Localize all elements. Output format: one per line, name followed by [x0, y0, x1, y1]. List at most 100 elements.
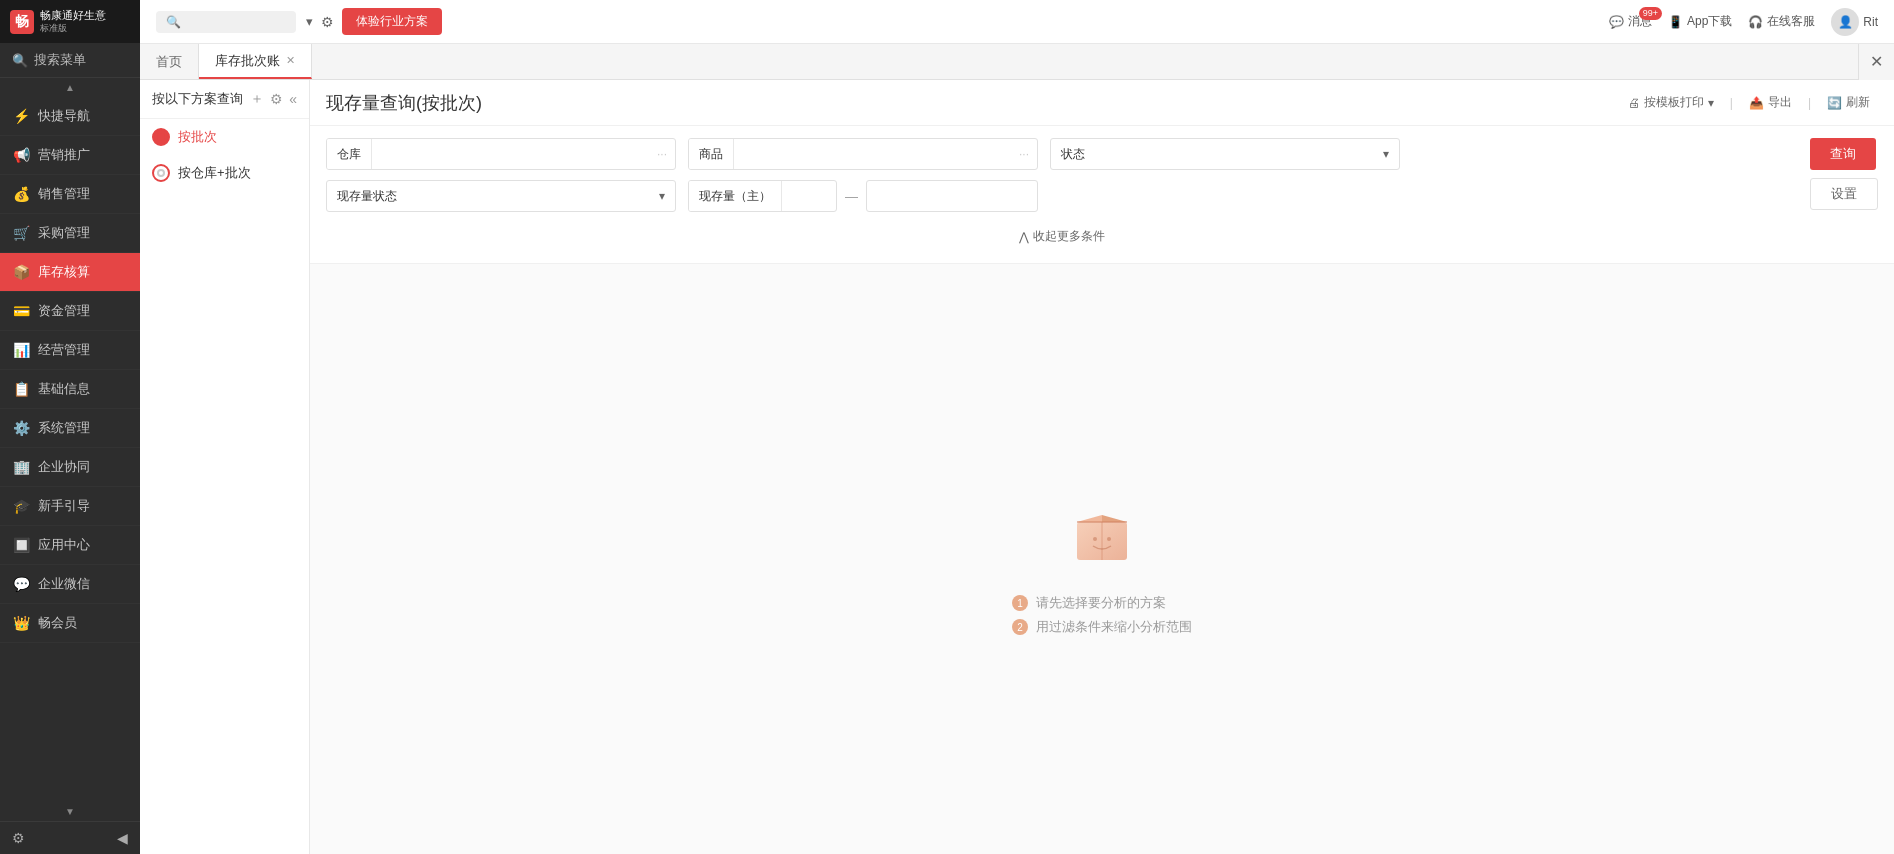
settings-icon[interactable]: ⚙ [12, 830, 25, 846]
close-all-tabs[interactable]: ✕ [1858, 44, 1894, 80]
messages-badge: 99+ [1639, 7, 1662, 20]
inventory-qty-filter: 现存量（主） [688, 180, 837, 212]
add-scheme-icon[interactable]: ＋ [250, 90, 264, 108]
customer-service-action[interactable]: 🎧 在线客服 [1748, 13, 1815, 30]
hint-num-2: 2 [1012, 619, 1028, 635]
status-filter[interactable]: 状态 ▾ [1050, 138, 1400, 170]
sidebar-search[interactable]: 🔍 搜索菜单 [0, 43, 140, 78]
print-btn[interactable]: 🖨 按模板打印 ▾ [1620, 90, 1722, 115]
apps-label: 应用中心 [38, 536, 90, 554]
operations-label: 经营管理 [38, 341, 90, 359]
system-icon: ⚙️ [12, 419, 30, 437]
refresh-btn[interactable]: 🔄 刷新 [1819, 90, 1878, 115]
sidebar-item-enterprise[interactable]: 🏢 企业协同 [0, 448, 140, 487]
inventory-status-dropdown-icon: ▾ [659, 189, 665, 203]
range-separator: — [845, 189, 858, 204]
search-icon: 🔍 [12, 53, 28, 68]
sidebar-item-operations[interactable]: 📊 经营管理 [0, 331, 140, 370]
newbie-icon: 🎓 [12, 497, 30, 515]
newbie-label: 新手引导 [38, 497, 90, 515]
scheme-by-warehouse-batch-label: 按仓库+批次 [178, 164, 251, 182]
sidebar-item-apps[interactable]: 🔲 应用中心 [0, 526, 140, 565]
experience-btn[interactable]: 体验行业方案 [342, 8, 442, 35]
user-profile[interactable]: 👤 Rit [1831, 8, 1878, 36]
member-icon: 👑 [12, 614, 30, 632]
warehouse-filter[interactable]: 仓库 ··· [326, 138, 676, 170]
sidebar-item-marketing[interactable]: 📢 营销推广 [0, 136, 140, 175]
enterprise-icon: 🏢 [12, 458, 30, 476]
topbar-search[interactable]: 🔍 [156, 11, 296, 33]
filter-area: 仓库 ··· 商品 ··· 状态 ▾ [310, 126, 1894, 264]
refresh-label: 刷新 [1846, 94, 1870, 111]
sidebar-item-newbie[interactable]: 🎓 新手引导 [0, 487, 140, 526]
main-area: 🔍 ▾ ⚙ 体验行业方案 💬 消息 99+ 📱 App下载 🎧 在线客服 👤 R [140, 0, 1894, 854]
scheme-by-warehouse-batch[interactable]: 按仓库+批次 [140, 155, 309, 191]
sales-icon: 💰 [12, 185, 30, 203]
app-title: 畅康通好生意 [40, 8, 106, 22]
empty-state: 1 请先选择要分析的方案 2 用过滤条件来缩小分析范围 [310, 264, 1894, 854]
sidebar-scroll-up[interactable]: ▲ [0, 78, 140, 97]
warehouse-input[interactable] [372, 147, 649, 161]
purchase-icon: 🛒 [12, 224, 30, 242]
collapse-label: 收起更多条件 [1033, 228, 1105, 245]
export-btn[interactable]: 📤 导出 [1741, 90, 1800, 115]
sidebar-item-finance[interactable]: 💳 资金管理 [0, 292, 140, 331]
sidebar-item-quick-nav[interactable]: ⚡ 快捷导航 [0, 97, 140, 136]
left-panel-title: 按以下方案查询 [152, 90, 243, 108]
warehouse-more[interactable]: ··· [649, 147, 675, 161]
scheme-by-batch-label: 按批次 [178, 128, 217, 146]
search-dropdown-icon[interactable]: ▾ [306, 14, 313, 29]
basic-icon: 📋 [12, 380, 30, 398]
filter-action-buttons: 查询 设置 [1810, 138, 1878, 210]
inventory-qty-to[interactable] [866, 180, 1038, 212]
wechat-label: 企业微信 [38, 575, 90, 593]
collapse-more-btn[interactable]: ⋀ 收起更多条件 [326, 222, 1798, 251]
operations-icon: 📊 [12, 341, 30, 359]
scheme-settings-icon[interactable]: ⚙ [270, 91, 283, 107]
sidebar-item-basic[interactable]: 📋 基础信息 [0, 370, 140, 409]
tabbar: 首页 库存批次账 ✕ ✕ [140, 44, 1894, 80]
goods-filter[interactable]: 商品 ··· [688, 138, 1038, 170]
action-divider-1: | [1730, 96, 1733, 110]
tab-close-icon[interactable]: ✕ [286, 54, 295, 67]
member-label: 畅会员 [38, 614, 77, 632]
goods-input[interactable] [734, 147, 1011, 161]
collapse-panel-icon[interactable]: « [289, 91, 297, 107]
empty-hint-1: 1 请先选择要分析的方案 [1012, 594, 1192, 612]
sidebar-item-wechat[interactable]: 💬 企业微信 [0, 565, 140, 604]
export-icon: 📤 [1749, 96, 1764, 110]
topbar: 🔍 ▾ ⚙ 体验行业方案 💬 消息 99+ 📱 App下载 🎧 在线客服 👤 R [140, 0, 1894, 44]
tab-home[interactable]: 首页 [140, 44, 199, 79]
goods-more[interactable]: ··· [1011, 147, 1037, 161]
left-panel-action-group: ＋ ⚙ « [250, 90, 297, 108]
sidebar-item-system[interactable]: ⚙️ 系统管理 [0, 409, 140, 448]
goods-label: 商品 [689, 139, 734, 169]
sidebar-item-inventory[interactable]: 📦 库存核算 [0, 253, 140, 292]
app-download-action[interactable]: 📱 App下载 [1668, 13, 1732, 30]
marketing-label: 营销推广 [38, 146, 90, 164]
wechat-icon: 💬 [12, 575, 30, 593]
avatar: 👤 [1831, 8, 1859, 36]
settings-button[interactable]: 设置 [1810, 178, 1878, 210]
tab-batch-account[interactable]: 库存批次账 ✕ [199, 44, 312, 79]
purchase-label: 采购管理 [38, 224, 90, 242]
inventory-status-filter[interactable]: 现存量状态 ▾ [326, 180, 676, 212]
messages-action[interactable]: 💬 消息 99+ [1609, 13, 1652, 30]
sidebar-item-purchase[interactable]: 🛒 采购管理 [0, 214, 140, 253]
svg-marker-2 [1077, 515, 1102, 522]
apps-icon: 🔲 [12, 536, 30, 554]
enterprise-label: 企业协同 [38, 458, 90, 476]
inventory-qty-from[interactable] [782, 189, 837, 203]
scheme-by-batch[interactable]: 按批次 [140, 119, 309, 155]
sidebar-scroll-down[interactable]: ▼ [0, 802, 140, 821]
right-panel: 现存量查询(按批次) 🖨 按模板打印 ▾ | 📤 导出 | 🔄 [310, 80, 1894, 854]
page-title-actions: 🖨 按模板打印 ▾ | 📤 导出 | 🔄 刷新 [1620, 90, 1878, 115]
sidebar-item-sales[interactable]: 💰 销售管理 [0, 175, 140, 214]
sidebar-item-member[interactable]: 👑 畅会员 [0, 604, 140, 643]
query-button[interactable]: 查询 [1810, 138, 1876, 170]
collapse-sidebar-icon[interactable]: ◀ [117, 830, 128, 846]
empty-hint-2: 2 用过滤条件来缩小分析范围 [1012, 618, 1192, 636]
scheme-active-icon [152, 128, 170, 146]
app-download-label: App下载 [1687, 13, 1732, 30]
topbar-gear-icon[interactable]: ⚙ [321, 14, 334, 30]
